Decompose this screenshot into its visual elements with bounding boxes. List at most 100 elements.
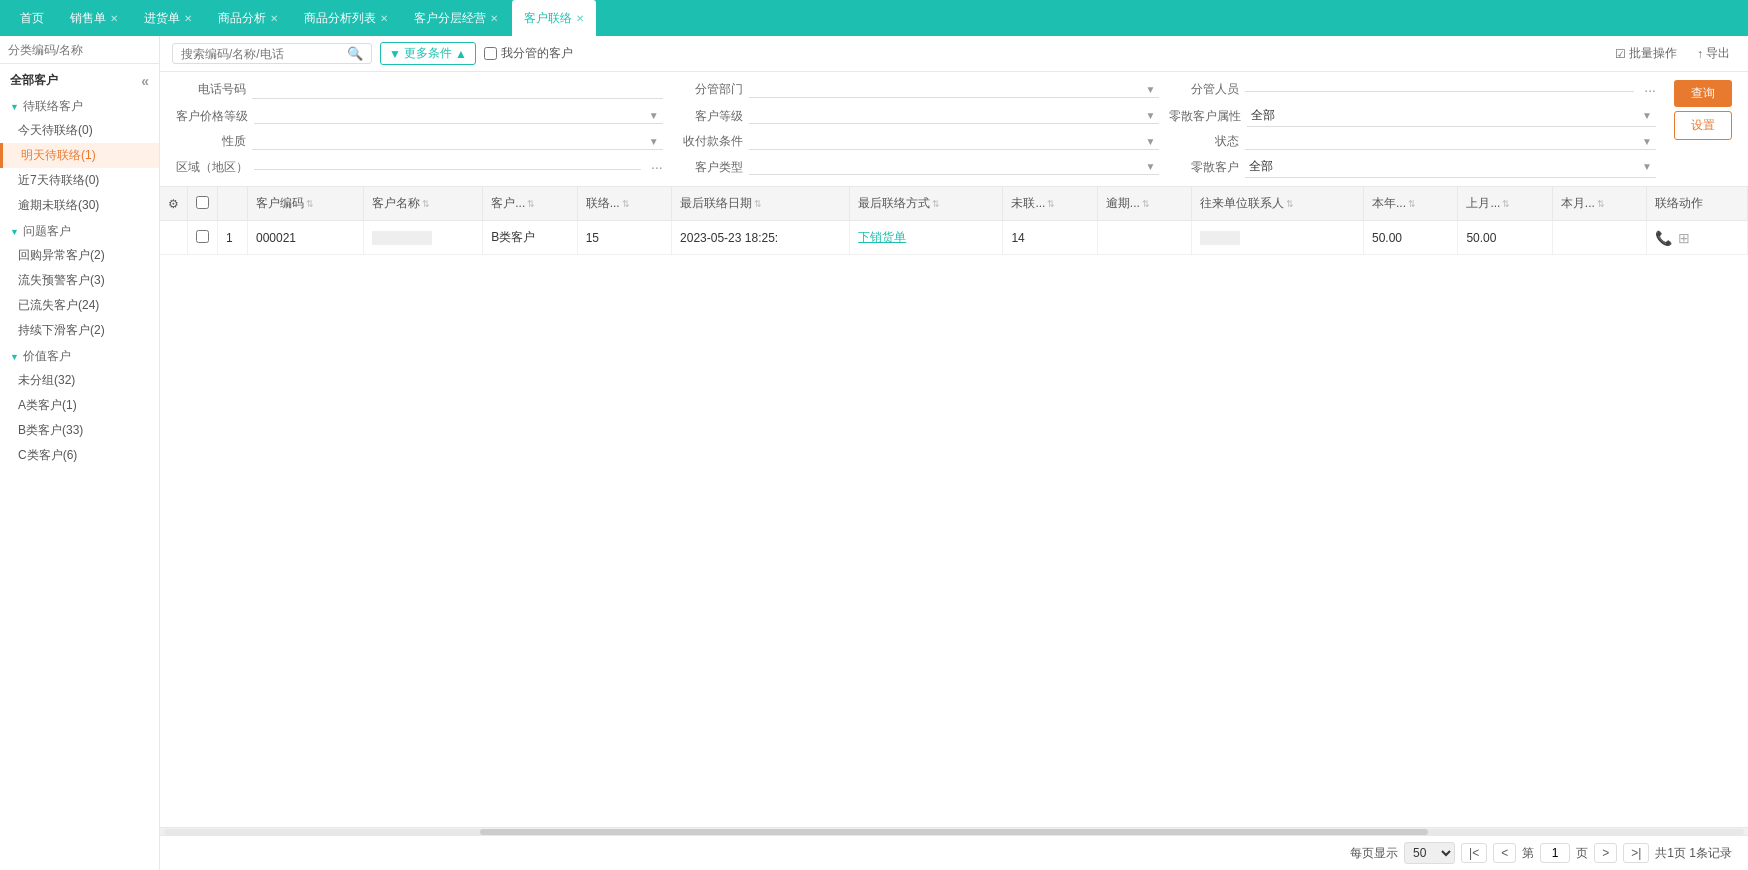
close-purchase-tab[interactable]: ✕ xyxy=(184,13,192,24)
page-number-input[interactable] xyxy=(1540,843,1570,863)
sidebar-item-class-a[interactable]: A类客户(1) xyxy=(0,393,159,418)
row-last-month: 50.00 xyxy=(1458,221,1552,255)
first-page-button[interactable]: |< xyxy=(1461,843,1487,863)
setting-button[interactable]: 设置 xyxy=(1674,111,1732,140)
phone-input[interactable] xyxy=(252,80,663,99)
retail-attr-select[interactable]: 全部 ▼ xyxy=(1247,105,1656,127)
sidebar-item-today[interactable]: 今天待联络(0) xyxy=(0,118,159,143)
sidebar-item-ungrouped[interactable]: 未分组(32) xyxy=(0,368,159,393)
bulk-op-button[interactable]: ☑ 批量操作 xyxy=(1609,43,1683,64)
grid-action-icon[interactable]: ⊞ xyxy=(1678,230,1690,246)
close-customer-tier-tab[interactable]: ✕ xyxy=(490,13,498,24)
nav-product-analysis[interactable]: 商品分析 ✕ xyxy=(206,0,290,36)
sidebar-search-container: 🔍 xyxy=(0,36,159,64)
sidebar-item-repurchase-abnormal[interactable]: 回购异常客户(2) xyxy=(0,243,159,268)
close-product-analysis-tab[interactable]: ✕ xyxy=(270,13,278,24)
total-label: 共1页 1条记录 xyxy=(1655,845,1732,862)
last-page-button[interactable]: >| xyxy=(1623,843,1649,863)
nav-customer-contact[interactable]: 客户联络 ✕ xyxy=(512,0,596,36)
row-this-year: 50.00 xyxy=(1364,221,1458,255)
sidebar-item-churned[interactable]: 已流失客户(24) xyxy=(0,293,159,318)
content-area: 🔍 ▼ 更多条件 ▲ 我分管的客户 ☑ 批量操作 ↑ 导出 xyxy=(160,36,1748,870)
page-label: 第 xyxy=(1522,845,1534,862)
row-checkbox[interactable] xyxy=(196,230,209,243)
sidebar-item-tomorrow[interactable]: 明天待联络(1) xyxy=(0,143,159,168)
customer-level-select[interactable]: ▼ xyxy=(749,108,1160,124)
close-sales-tab[interactable]: ✕ xyxy=(110,13,118,24)
row-overdue xyxy=(1097,221,1191,255)
sidebar-search-input[interactable] xyxy=(8,43,158,57)
col-rownum xyxy=(218,187,248,221)
row-last-method[interactable]: 下销货单 xyxy=(850,221,1003,255)
my-customers-checkbox[interactable] xyxy=(484,47,497,60)
export-button[interactable]: ↑ 导出 xyxy=(1691,43,1736,64)
table-header-row: ⚙ 客户编码⇅ 客户名称⇅ 客户...⇅ 联络...⇅ 最后联络日期⇅ 最后联络… xyxy=(160,187,1748,221)
customer-type-select[interactable]: ▼ xyxy=(749,159,1160,175)
payment-select[interactable]: ▼ xyxy=(749,134,1160,150)
last-method-link[interactable]: 下销货单 xyxy=(858,230,906,244)
price-level-label: 客户价格等级 xyxy=(176,108,248,125)
sidebar-item-7days[interactable]: 近7天待联络(0) xyxy=(0,168,159,193)
row-contact: 15 xyxy=(577,221,671,255)
triangle-icon-2: ▼ xyxy=(10,227,19,237)
sidebar-item-overdue-contact[interactable]: 逾期未联络(30) xyxy=(0,193,159,218)
phone-label: 电话号码 xyxy=(176,81,246,98)
row-last-date: 2023-05-23 18:25: xyxy=(672,221,850,255)
col-this-year: 本年...⇅ xyxy=(1364,187,1458,221)
search-icon[interactable]: 🔍 xyxy=(347,46,363,61)
payment-label: 收付款条件 xyxy=(673,133,743,150)
price-level-select[interactable]: ▼ xyxy=(254,108,663,124)
status-label: 状态 xyxy=(1169,133,1239,150)
retail-customer-select[interactable]: 全部 ▼ xyxy=(1245,156,1656,178)
close-product-list-tab[interactable]: ✕ xyxy=(380,13,388,24)
scrollbar-thumb[interactable] xyxy=(480,829,1428,835)
status-select[interactable]: ▼ xyxy=(1245,134,1656,150)
my-customers-checkbox-label[interactable]: 我分管的客户 xyxy=(484,45,573,62)
sidebar-item-class-c[interactable]: C类客户(6) xyxy=(0,443,159,468)
region-dots[interactable]: ··· xyxy=(651,159,663,175)
sidebar-item-declining[interactable]: 持续下滑客户(2) xyxy=(0,318,159,343)
nav-purchase[interactable]: 进货单 ✕ xyxy=(132,0,204,36)
nav-customer-tier[interactable]: 客户分层经营 ✕ xyxy=(402,0,510,36)
sidebar-all-customers[interactable]: 全部客户 « xyxy=(0,64,159,93)
phone-action-icon[interactable]: 📞 xyxy=(1655,230,1672,246)
scrollbar-track xyxy=(164,829,1744,835)
sidebar-group-problem[interactable]: ▼ 问题客户 xyxy=(0,218,159,243)
filter-phone: 电话号码 xyxy=(176,80,673,99)
sidebar-group-value[interactable]: ▼ 价值客户 xyxy=(0,343,159,368)
next-page-button[interactable]: > xyxy=(1594,843,1617,863)
per-page-select[interactable]: 50 100 200 xyxy=(1404,842,1455,864)
action-icons-container: 📞 ⊞ xyxy=(1655,230,1739,246)
col-code: 客户编码⇅ xyxy=(248,187,364,221)
col-unit-contact: 往来单位联系人⇅ xyxy=(1192,187,1364,221)
nav-sales[interactable]: 销售单 ✕ xyxy=(58,0,130,36)
sidebar-group-pending[interactable]: ▼ 待联络客户 xyxy=(0,93,159,118)
chevron-down-icon-9: ▼ xyxy=(1642,161,1652,172)
collapse-sidebar-icon[interactable]: « xyxy=(141,73,149,89)
col-last-date: 最后联络日期⇅ xyxy=(672,187,850,221)
dept-select[interactable]: ▼ xyxy=(749,82,1160,98)
search-input[interactable] xyxy=(181,47,343,61)
nav-home[interactable]: 首页 xyxy=(8,0,56,36)
nature-select[interactable]: ▼ xyxy=(252,134,663,150)
close-customer-contact-tab[interactable]: ✕ xyxy=(576,13,584,24)
customer-type-label: 客户类型 xyxy=(673,159,743,176)
horizontal-scrollbar[interactable] xyxy=(160,827,1748,835)
select-all-checkbox[interactable] xyxy=(196,196,209,209)
chevron-down-icon-2: ▼ xyxy=(649,110,659,121)
col-name: 客户名称⇅ xyxy=(364,187,483,221)
filter-person: 分管人员 ··· xyxy=(1169,81,1666,98)
person-dots[interactable]: ··· xyxy=(1644,82,1656,98)
sidebar-item-churn-warning[interactable]: 流失预警客户(3) xyxy=(0,268,159,293)
filter-row-4: 区域（地区） ··· 客户类型 ▼ 零散客户 xyxy=(176,156,1666,178)
more-filter-button[interactable]: ▼ 更多条件 ▲ xyxy=(380,42,476,65)
table-container: ⚙ 客户编码⇅ 客户名称⇅ 客户...⇅ 联络...⇅ 最后联络日期⇅ 最后联络… xyxy=(160,187,1748,827)
page-unit: 页 xyxy=(1576,845,1588,862)
prev-page-button[interactable]: < xyxy=(1493,843,1516,863)
col-settings[interactable]: ⚙ xyxy=(160,187,188,221)
filter-bar: 🔍 ▼ 更多条件 ▲ 我分管的客户 ☑ 批量操作 ↑ 导出 xyxy=(160,36,1748,72)
query-button[interactable]: 查询 xyxy=(1674,80,1732,107)
nav-product-analysis-list[interactable]: 商品分析列表 ✕ xyxy=(292,0,400,36)
sidebar-item-class-b[interactable]: B类客户(33) xyxy=(0,418,159,443)
chevron-down-icon-8: ▼ xyxy=(1145,161,1155,172)
